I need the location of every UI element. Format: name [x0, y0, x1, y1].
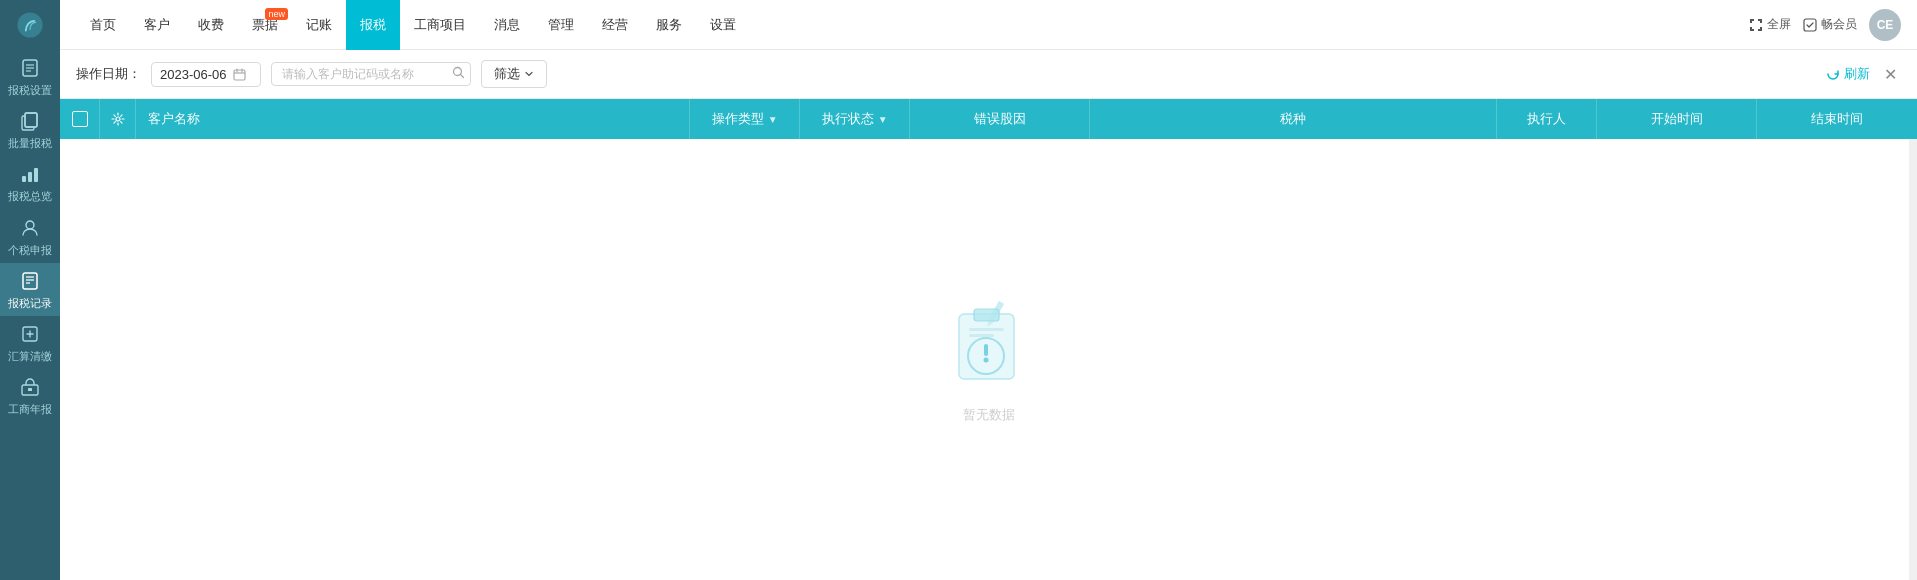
nav-jizhang[interactable]: 记账: [292, 0, 346, 50]
user-avatar[interactable]: CE: [1869, 9, 1901, 41]
th-exec-status[interactable]: 执行状态 ▼: [800, 99, 910, 139]
table-body-empty: 暂无数据: [60, 139, 1917, 580]
search-icon: [452, 66, 465, 79]
svg-rect-8: [22, 176, 26, 182]
select-all-checkbox[interactable]: [72, 111, 88, 127]
svg-rect-18: [28, 388, 32, 391]
huisuanjiaona-label: 汇算清缴: [8, 350, 52, 363]
member-btn[interactable]: 畅会员: [1803, 16, 1857, 33]
sidebar-item-baoshuizonglan[interactable]: 报税总览: [0, 156, 60, 209]
nav-home[interactable]: 首页: [76, 0, 130, 50]
filter-button[interactable]: 筛选: [481, 60, 547, 88]
toolbar: 操作日期： 2023-06-06: [60, 50, 1917, 99]
content: 操作日期： 2023-06-06: [60, 50, 1917, 580]
baoshuijilu-icon: [20, 271, 40, 294]
svg-rect-9: [28, 172, 32, 182]
topnav-right: 全屏 畅会员 CE: [1749, 9, 1901, 41]
new-badge-piaoju: new: [265, 8, 288, 21]
fullscreen-icon: [1749, 18, 1763, 32]
sidebar-item-gongshangnianban[interactable]: 工商年报: [0, 369, 60, 422]
table-wrap: 客户名称 操作类型 ▼ 执行状态 ▼ 错误股因 税种 执行人: [60, 99, 1917, 580]
sidebar-item-baoshuijilu[interactable]: 报税记录: [0, 263, 60, 316]
geshuishenbao-label: 个税申报: [8, 244, 52, 257]
nav-gongshang[interactable]: 工商项目: [400, 0, 480, 50]
empty-state-icon: [944, 296, 1034, 396]
chevron-down-icon: [524, 69, 534, 79]
geshuishenbao-icon: [20, 218, 40, 241]
piliangbaoshui-label: 批量报税: [8, 137, 52, 150]
empty-text: 暂无数据: [963, 406, 1015, 424]
baoshuizonglan-label: 报税总览: [8, 190, 52, 203]
sidebar-item-baoshuishezhi[interactable]: 报税设置: [0, 50, 60, 103]
nav-piaoju[interactable]: 票据 new: [238, 0, 292, 50]
nav-baoshui[interactable]: 报税: [346, 0, 400, 50]
sort-op-type-icon: ▼: [768, 114, 778, 125]
svg-point-11: [26, 221, 34, 229]
topnav: 首页 客户 收费 票据 new 记账 报税 工商项目 消息: [60, 0, 1917, 50]
refresh-icon: [1826, 67, 1840, 81]
date-label: 操作日期：: [76, 65, 141, 83]
th-tax-type: 税种: [1090, 99, 1497, 139]
sidebar-item-geshuishenbao[interactable]: 个税申报: [0, 210, 60, 263]
svg-rect-12: [23, 273, 37, 289]
member-icon: [1803, 18, 1817, 32]
svg-rect-33: [984, 344, 988, 356]
main-area: 首页 客户 收费 票据 new 记账 报税 工商项目 消息: [60, 0, 1917, 580]
th-settings[interactable]: [100, 99, 136, 139]
nav-xiaoxi[interactable]: 消息: [480, 0, 534, 50]
toolbar-right: 刷新 ✕: [1826, 65, 1901, 84]
sidebar-logo: [0, 0, 60, 50]
sidebar-item-huisuanjiaona[interactable]: 汇算清缴: [0, 316, 60, 369]
sidebar: 报税设置 批量报税 报税总览 个税申报 报税记录 汇算清缴 工商: [0, 0, 60, 580]
svg-point-26: [116, 117, 120, 121]
svg-point-34: [983, 357, 988, 362]
date-picker[interactable]: 2023-06-06: [151, 62, 261, 87]
nav-items: 首页 客户 收费 票据 new 记账 报税 工商项目 消息: [76, 0, 1749, 50]
refresh-button[interactable]: 刷新: [1826, 65, 1870, 83]
svg-rect-10: [34, 168, 38, 182]
search-input[interactable]: [271, 62, 471, 86]
svg-rect-36: [969, 334, 994, 337]
settings-icon: [111, 112, 125, 126]
sort-exec-status-icon: ▼: [878, 114, 888, 125]
gongshangnianban-icon: [20, 377, 40, 400]
nav-guanli[interactable]: 管理: [534, 0, 588, 50]
nav-fuwu[interactable]: 服务: [642, 0, 696, 50]
baoshuishezhi-label: 报税设置: [8, 84, 52, 97]
svg-rect-19: [1804, 19, 1816, 31]
gongshangnianban-label: 工商年报: [8, 403, 52, 416]
close-button[interactable]: ✕: [1880, 65, 1901, 84]
fullscreen-btn[interactable]: 全屏: [1749, 16, 1791, 33]
th-start-time: 开始时间: [1597, 99, 1757, 139]
baoshuijilu-label: 报税记录: [8, 297, 52, 310]
nav-shezhi[interactable]: 设置: [696, 0, 750, 50]
svg-point-0: [17, 12, 42, 37]
svg-rect-6: [25, 113, 37, 127]
search-wrap: [271, 62, 471, 86]
piliangbaoshui-icon: [20, 111, 40, 134]
nav-shoufei[interactable]: 收费: [184, 0, 238, 50]
huisuanjiaona-icon: [20, 324, 40, 347]
empty-illustration: 暂无数据: [944, 296, 1034, 424]
nav-jingying[interactable]: 经营: [588, 0, 642, 50]
scroll-track[interactable]: [1909, 139, 1917, 580]
th-client-name: 客户名称: [136, 99, 690, 139]
th-error-reason: 错误股因: [910, 99, 1090, 139]
svg-rect-20: [234, 70, 245, 80]
baoshuizonglan-icon: [20, 164, 40, 187]
nav-client[interactable]: 客户: [130, 0, 184, 50]
th-executor: 执行人: [1497, 99, 1597, 139]
calendar-icon: [233, 68, 246, 81]
sidebar-item-piliangbaoshui[interactable]: 批量报税: [0, 103, 60, 156]
th-checkbox[interactable]: [60, 99, 100, 139]
svg-rect-35: [969, 328, 1004, 331]
svg-rect-31: [974, 309, 999, 321]
th-end-time: 结束时间: [1757, 99, 1917, 139]
table-header: 客户名称 操作类型 ▼ 执行状态 ▼ 错误股因 税种 执行人: [60, 99, 1917, 139]
th-op-type[interactable]: 操作类型 ▼: [690, 99, 800, 139]
baoshuishezhi-icon: [20, 58, 40, 81]
search-button[interactable]: [452, 66, 465, 82]
svg-line-25: [461, 75, 464, 78]
